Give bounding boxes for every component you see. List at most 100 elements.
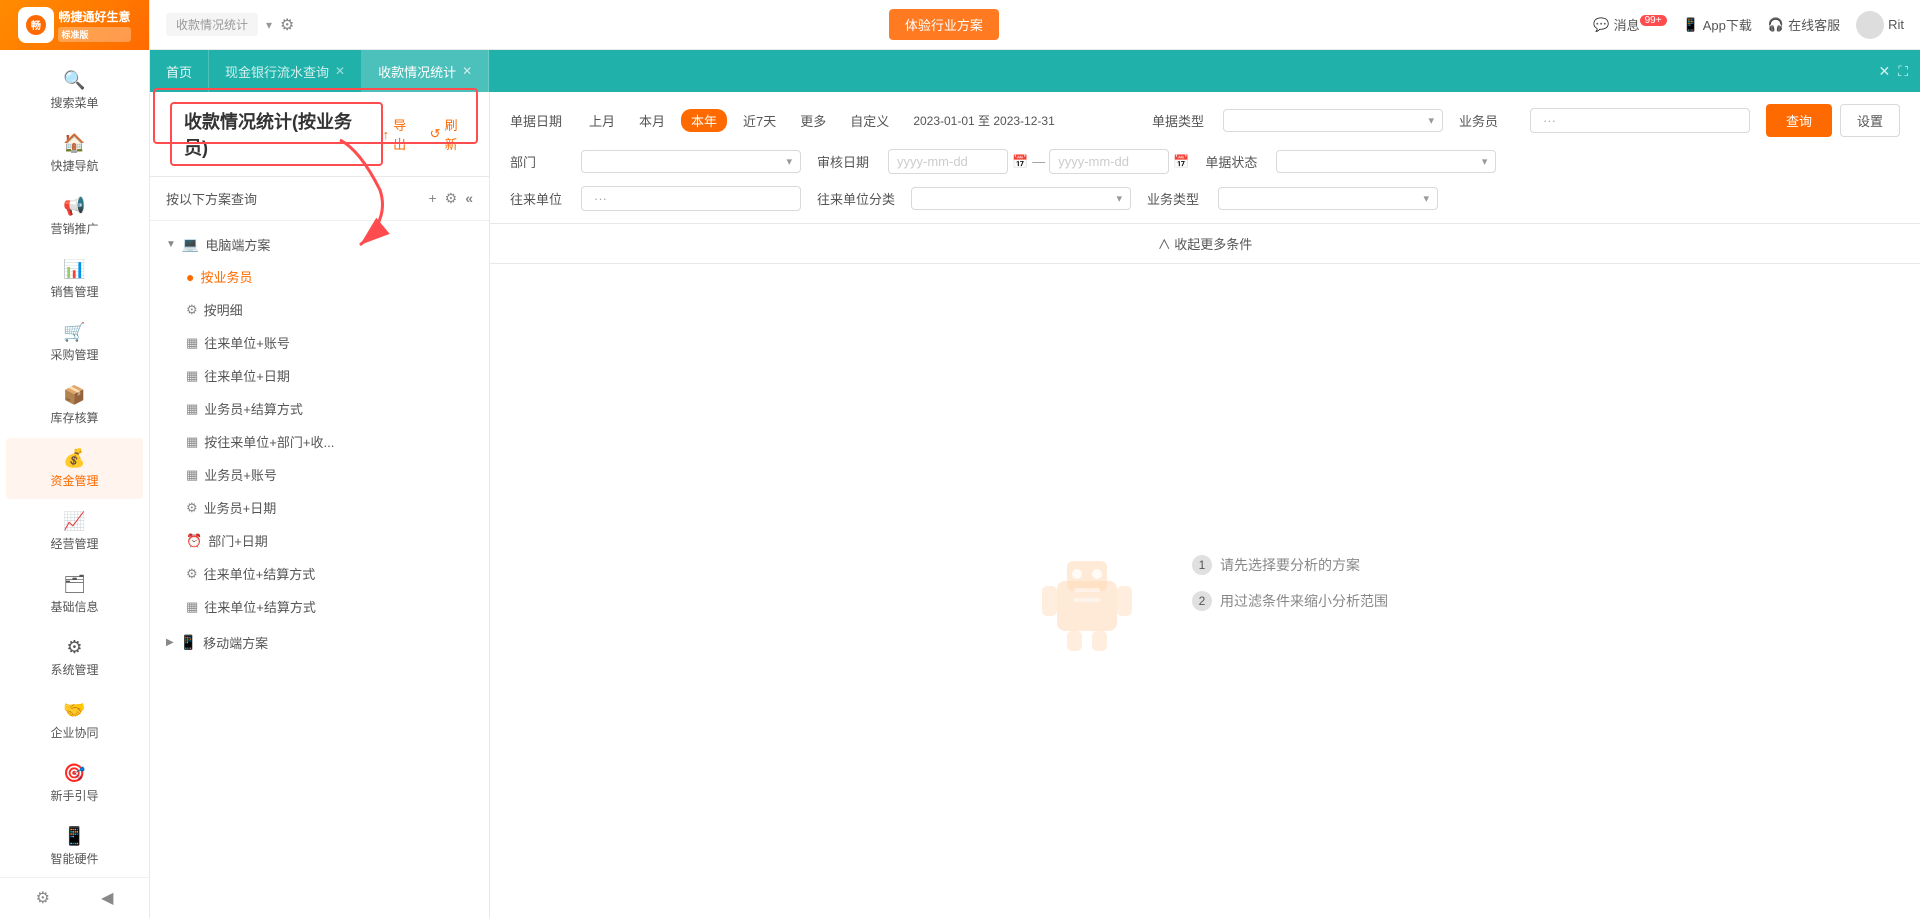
bill-status-select[interactable]: ▾ <box>1276 150 1496 173</box>
sidebar-item-shortcut[interactable]: 🏠 快捷导航 <box>6 123 143 184</box>
tree-item-unit-settle2[interactable]: ▦ 往来单位+结算方式 <box>150 590 489 623</box>
sidebar-item-system[interactable]: ⚙ 系统管理 <box>6 627 143 688</box>
staff-item-icon: ● <box>186 269 194 285</box>
sidebar-item-inventory[interactable]: 📦 库存核算 <box>6 375 143 436</box>
service-label: 在线客服 <box>1788 15 1840 34</box>
tab-collection-close-icon[interactable]: ✕ <box>462 64 472 78</box>
bill-type-select[interactable]: ▾ <box>1223 109 1443 132</box>
topbar-left: 收款情况统计 ▾ ⚙ <box>166 13 294 36</box>
logo-icon: 畅 <box>18 7 54 43</box>
tip-num-2: 2 <box>1192 591 1212 611</box>
app-download-btn[interactable]: 📱 App下载 <box>1683 15 1752 34</box>
sidebar-collapse-btn[interactable]: ◀ <box>101 888 113 908</box>
counterpart-dots-icon[interactable]: ··· <box>594 191 607 206</box>
search-icon: 🔍 <box>63 70 85 91</box>
calendar-icon-start[interactable]: 📅 <box>1012 154 1028 170</box>
counterpart-category-select[interactable]: ▾ <box>911 187 1131 210</box>
tab-close-all-icon[interactable]: ✕ <box>1878 63 1890 80</box>
logo-badge: 标准版 <box>58 27 130 42</box>
topbar-dropdown-btn[interactable]: ▾ <box>266 18 272 32</box>
tree-item-label: 往来单位+日期 <box>204 366 290 385</box>
staff-select[interactable]: ··· <box>1530 108 1750 133</box>
audit-date-input-end[interactable]: yyyy-mm-dd <box>1049 149 1169 174</box>
tree-item-unit-date[interactable]: ▦ 往来单位+日期 <box>150 359 489 392</box>
purchase-icon: 🛒 <box>63 322 85 343</box>
sidebar-item-search[interactable]: 🔍 搜索菜单 <box>6 60 143 121</box>
topbar-action-button[interactable]: 体验行业方案 <box>889 9 999 40</box>
sidebar-item-purchase[interactable]: 🛒 采购管理 <box>6 312 143 373</box>
audit-date-input-start[interactable]: yyyy-mm-dd <box>888 149 1008 174</box>
tree-item-staff-settle[interactable]: ▦ 业务员+结算方式 <box>150 392 489 425</box>
settings-btn[interactable]: 设置 <box>1840 104 1900 137</box>
marketing-icon: 📢 <box>63 196 85 217</box>
panel-collapse-btn[interactable]: « <box>465 190 473 207</box>
tree-item-dept-date[interactable]: ⏰ 部门+日期 <box>150 524 489 557</box>
tab-collection[interactable]: 收款情况统计 ✕ <box>362 50 489 92</box>
tab-home[interactable]: 首页 <box>150 50 209 92</box>
export-label: 导出 <box>393 115 418 153</box>
tree-item-unit-dept[interactable]: ▦ 按往来单位+部门+收... <box>150 425 489 458</box>
tree-group-desktop-header[interactable]: ▼ 💻 电脑端方案 <box>150 229 489 260</box>
tree-item-label: 按业务员 <box>200 267 252 286</box>
tree-item-staff-account[interactable]: ▦ 业务员+账号 <box>150 458 489 491</box>
tip-text-1: 请先选择要分析的方案 <box>1220 555 1360 575</box>
user-name: Rit <box>1888 17 1904 32</box>
date-tab-custom[interactable]: 自定义 <box>842 109 897 132</box>
tree-item-unit-settle1[interactable]: ⚙ 往来单位+结算方式 <box>150 557 489 590</box>
tree-item-by-detail[interactable]: ⚙ 按明细 <box>150 293 489 326</box>
sidebar-item-label: 采购管理 <box>50 346 98 363</box>
sidebar-item-operations[interactable]: 📈 经营管理 <box>6 501 143 562</box>
tab-bar-right: ✕ ⛶ <box>1878 63 1920 80</box>
date-tab-7days[interactable]: 近7天 <box>735 109 784 132</box>
tree-group-mobile-arrow: ▶ <box>166 637 174 648</box>
filter-row-1: 单据日期 上月 本月 本年 近7天 更多 自定义 2023-01-01 至 20… <box>510 104 1900 137</box>
sidebar-item-basic[interactable]: 🗂 基础信息 <box>6 564 143 625</box>
staff-dots-icon[interactable]: ··· <box>1543 113 1556 128</box>
counterpart-category-label: 往来单位分类 <box>817 189 895 208</box>
sidebar-logo: 畅 畅捷通好生意 标准版 <box>0 0 149 50</box>
date-tab-more[interactable]: 更多 <box>792 109 834 132</box>
tab-fullscreen-icon[interactable]: ⛶ <box>1898 63 1908 80</box>
left-panel-title: 按以下方案查询 <box>166 189 257 208</box>
date-tab-this-year[interactable]: 本年 <box>681 109 727 132</box>
left-panel-actions: + ⚙ « <box>428 190 473 207</box>
main-area: 收款情况统计 ▾ ⚙ 体验行业方案 💬 消息 99+ 📱 App下载 🎧 <box>150 0 1920 918</box>
tip-text-2: 用过滤条件来缩小分析范围 <box>1220 591 1388 611</box>
tree-item-unit-account[interactable]: ▦ 往来单位+账号 <box>150 326 489 359</box>
topbar-settings-btn[interactable]: ⚙ <box>280 15 294 35</box>
sidebar-item-marketing[interactable]: 📢 营销推广 <box>6 186 143 247</box>
dept-select[interactable]: ▾ <box>581 150 801 173</box>
sidebar-item-label: 系统管理 <box>50 661 98 678</box>
service-btn[interactable]: 🎧 在线客服 <box>1768 15 1840 34</box>
desktop-group-label: 电脑端方案 <box>205 235 270 254</box>
tab-bank-close-icon[interactable]: ✕ <box>335 64 345 78</box>
date-tab-this-month[interactable]: 本月 <box>631 109 673 132</box>
sidebar-item-sales[interactable]: 📊 销售管理 <box>6 249 143 310</box>
staff-date-icon: ⚙ <box>186 500 198 516</box>
query-btn[interactable]: 查询 <box>1766 104 1832 137</box>
collapse-more-btn[interactable]: ∧ 收起更多条件 <box>490 224 1920 264</box>
refresh-btn[interactable]: ↺ 刷新 <box>430 115 469 153</box>
tree-group-mobile-header[interactable]: ▶ 📱 移动端方案 <box>150 627 489 658</box>
basic-icon: 🗂 <box>63 574 86 595</box>
user-btn[interactable]: Rit <box>1856 11 1904 39</box>
sidebar-item-finance[interactable]: 💰 资金管理 <box>6 438 143 499</box>
sidebar-item-enterprise[interactable]: 🤝 企业协同 <box>6 690 143 751</box>
sidebar-item-hardware[interactable]: 📱 智能硬件 <box>6 816 143 877</box>
messages-btn[interactable]: 💬 消息 99+ <box>1593 15 1666 34</box>
date-tab-last-month[interactable]: 上月 <box>581 109 623 132</box>
tree-item-label: 按往来单位+部门+收... <box>204 432 334 451</box>
tree-item-by-staff[interactable]: ● 按业务员 <box>150 260 489 293</box>
export-btn[interactable]: ↑ 导出 <box>383 115 418 153</box>
tab-bank[interactable]: 现金银行流水查询 ✕ <box>209 50 362 92</box>
page-header: 收款情况统计(按业务员) ↑ 导出 ↺ 刷新 <box>150 92 489 177</box>
sidebar-settings-btn[interactable]: ⚙ <box>36 888 50 908</box>
counterpart-select[interactable]: ··· <box>581 186 801 211</box>
scheme-settings-btn[interactable]: ⚙ <box>445 190 458 207</box>
business-type-select[interactable]: ▾ <box>1218 187 1438 210</box>
logo-text-block: 畅捷通好生意 标准版 <box>58 8 130 42</box>
calendar-icon-end[interactable]: 📅 <box>1173 154 1189 170</box>
sidebar-item-guide[interactable]: 🎯 新手引导 <box>6 753 143 814</box>
add-scheme-btn[interactable]: + <box>428 190 436 207</box>
tree-item-staff-date[interactable]: ⚙ 业务员+日期 <box>150 491 489 524</box>
